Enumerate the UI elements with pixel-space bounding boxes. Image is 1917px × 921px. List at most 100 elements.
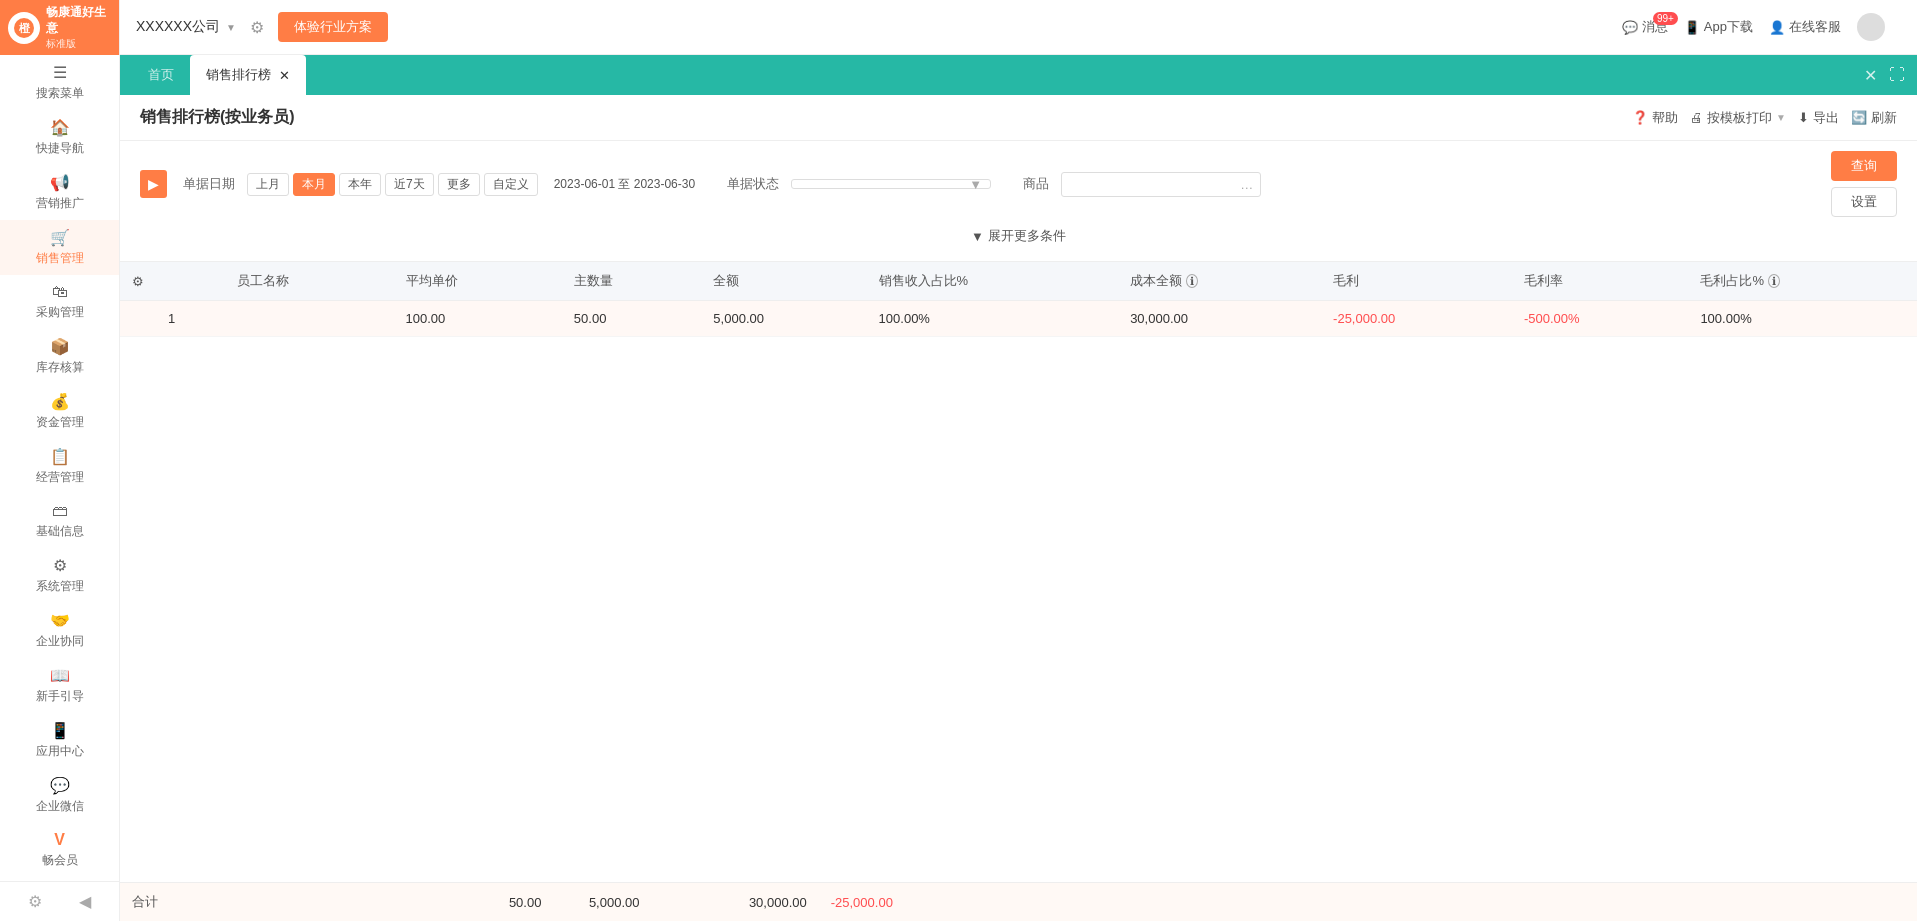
td-gross-profit: -25,000.00 (1321, 301, 1512, 337)
purchase-icon: 🛍 (52, 283, 68, 301)
more-conditions-button[interactable]: ▼ 展开更多条件 (971, 221, 1066, 251)
th-gross-profit: 毛利 (1321, 262, 1512, 301)
footer-cost-amount-val: 30,000.00 (737, 895, 819, 910)
date-btn-this-year[interactable]: 本年 (339, 173, 381, 196)
sidebar-item-vip[interactable]: V 畅会员 (0, 823, 119, 877)
trial-button[interactable]: 体验行业方案 (278, 12, 388, 42)
avatar[interactable] (1857, 13, 1885, 41)
sidebar-item-label: 企业微信 (36, 798, 84, 815)
date-btn-last-month[interactable]: 上月 (247, 173, 289, 196)
sidebar-item-label: 采购管理 (36, 304, 84, 321)
sidebar-item-operations[interactable]: 📋 经营管理 (0, 439, 119, 494)
sidebar-item-purchase[interactable]: 🛍 采购管理 (0, 275, 119, 329)
message-button[interactable]: 💬 消息 99+ (1622, 18, 1668, 36)
goods-input[interactable] (1061, 172, 1261, 197)
help-label: 帮助 (1652, 109, 1678, 127)
th-cost-amount: 成本全额 ℹ (1118, 262, 1321, 301)
settings-button[interactable]: 设置 (1831, 187, 1897, 217)
td-sales-pct: 100.00% (867, 301, 1119, 337)
main-content: XXXXXX公司 ▼ ⚙ 体验行业方案 💬 消息 99+ 📱 App下载 👤 在… (120, 0, 1917, 921)
cost-info-icon[interactable]: ℹ (1186, 274, 1198, 288)
sidebar-item-sales[interactable]: 🛒 销售管理 (0, 220, 119, 275)
template-print-label: 按模板打印 (1707, 109, 1772, 127)
sidebar-item-label: 资金管理 (36, 414, 84, 431)
online-service-button[interactable]: 👤 在线客服 (1769, 18, 1841, 36)
close-all-icon[interactable]: ✕ (1864, 66, 1877, 85)
th-employee: 员工名称 (225, 262, 393, 301)
sidebar-settings-icon[interactable]: ⚙ (28, 892, 42, 911)
message-icon: 💬 (1622, 20, 1638, 35)
sidebar-item-label: 新手引导 (36, 688, 84, 705)
td-gross-pct: 100.00% (1688, 301, 1917, 337)
sidebar-item-label: 销售管理 (36, 250, 84, 267)
sidebar-item-search-order[interactable]: ☰ 搜索菜单 (0, 55, 119, 110)
app-download-button[interactable]: 📱 App下载 (1684, 18, 1753, 36)
sidebar-item-label: 搜索菜单 (36, 85, 84, 102)
td-main-qty: 50.00 (562, 301, 702, 337)
template-print-button[interactable]: 🖨 按模板打印 ▼ (1690, 109, 1786, 127)
content-area: 销售排行榜(按业务员) ❓ 帮助 🖨 按模板打印 ▼ ⬇ 导出 🔄 刷新 (120, 95, 1917, 921)
sidebar-item-basic-info[interactable]: 🗃 基础信息 (0, 494, 119, 548)
search-order-icon: ☰ (53, 63, 67, 82)
logo-line1: 畅康通好生意 (46, 5, 111, 36)
tab-sales-rank[interactable]: 销售排行榜 ✕ (190, 55, 306, 95)
svg-text:橙: 橙 (18, 22, 31, 34)
export-button[interactable]: ⬇ 导出 (1798, 109, 1839, 127)
gross-pct-info-icon[interactable]: ℹ (1768, 274, 1780, 288)
sidebar-bottom: ⚙ ◀ (0, 881, 119, 921)
td-empty (120, 301, 156, 337)
help-icon: ❓ (1632, 110, 1648, 125)
tab-home-label: 首页 (148, 66, 174, 84)
th-gross-pct: 毛利占比% ℹ (1688, 262, 1917, 301)
sidebar-item-quick-nav[interactable]: 🏠 快捷导航 (0, 110, 119, 165)
basic-info-icon: 🗃 (52, 502, 68, 520)
tab-close-icon[interactable]: ✕ (279, 68, 290, 83)
sidebar-item-label: 基础信息 (36, 523, 84, 540)
export-icon: ⬇ (1798, 110, 1809, 125)
status-select[interactable]: ▼ (791, 179, 991, 189)
sidebar-item-enterprise-wechat[interactable]: 💬 企业微信 (0, 768, 119, 823)
logo-icon: 橙 (8, 12, 40, 44)
td-rank: 1 (156, 301, 225, 337)
sidebar-item-system[interactable]: ⚙ 系统管理 (0, 548, 119, 603)
sidebar-item-guide[interactable]: 📖 新手引导 (0, 658, 119, 713)
page-header: 销售排行榜(按业务员) ❓ 帮助 🖨 按模板打印 ▼ ⬇ 导出 🔄 刷新 (120, 95, 1917, 141)
guide-icon: 📖 (50, 666, 70, 685)
date-btn-this-month[interactable]: 本月 (293, 173, 335, 196)
company-selector[interactable]: XXXXXX公司 ▼ (136, 18, 236, 36)
date-btn-custom[interactable]: 自定义 (484, 173, 538, 196)
status-select-box[interactable]: ▼ (791, 179, 991, 189)
th-settings[interactable]: ⚙ (120, 262, 156, 301)
date-btn-7days[interactable]: 近7天 (385, 173, 434, 196)
sidebar-item-app-center[interactable]: 📱 应用中心 (0, 713, 119, 768)
inventory-icon: 📦 (50, 337, 70, 356)
sidebar-item-finance[interactable]: 💰 资金管理 (0, 384, 119, 439)
footer-spacer (657, 895, 737, 910)
topbar-settings-icon[interactable]: ⚙ (250, 18, 264, 37)
sidebar-item-marketing[interactable]: 📢 营销推广 (0, 165, 119, 220)
print-arrow-icon: ▼ (1776, 112, 1786, 123)
help-button[interactable]: ❓ 帮助 (1632, 109, 1678, 127)
table-row: 1 100.00 50.00 5,000.00 100.00% 30,000.0… (120, 301, 1917, 337)
expand-filter-icon[interactable]: ▶ (140, 170, 167, 198)
refresh-button[interactable]: 🔄 刷新 (1851, 109, 1897, 127)
th-sales-pct: 销售收入占比% (867, 262, 1119, 301)
th-main-qty: 主数量 (562, 262, 702, 301)
tabbar-right: ✕ ⛶ (1864, 66, 1905, 85)
footer-gross-profit-val: -25,000.00 (819, 895, 905, 910)
tab-home[interactable]: 首页 (132, 55, 190, 95)
date-btn-more[interactable]: 更多 (438, 173, 480, 196)
home-icon: 🏠 (50, 118, 70, 137)
company-name: XXXXXX公司 (136, 18, 220, 36)
export-label: 导出 (1813, 109, 1839, 127)
fullscreen-icon[interactable]: ⛶ (1889, 66, 1905, 84)
query-button[interactable]: 查询 (1831, 151, 1897, 181)
message-badge: 99+ (1653, 12, 1678, 25)
sidebar-item-label: 畅会员 (42, 852, 78, 869)
topbar-right: 💬 消息 99+ 📱 App下载 👤 在线客服 (1622, 13, 1901, 41)
sidebar-item-enterprise-collab[interactable]: 🤝 企业协同 (0, 603, 119, 658)
sidebar-item-inventory[interactable]: 📦 库存核算 (0, 329, 119, 384)
footer-main-qty (332, 895, 497, 910)
sidebar-collapse-icon[interactable]: ◀ (79, 892, 91, 911)
logo: 橙 畅康通好生意 标准版 (0, 0, 119, 55)
